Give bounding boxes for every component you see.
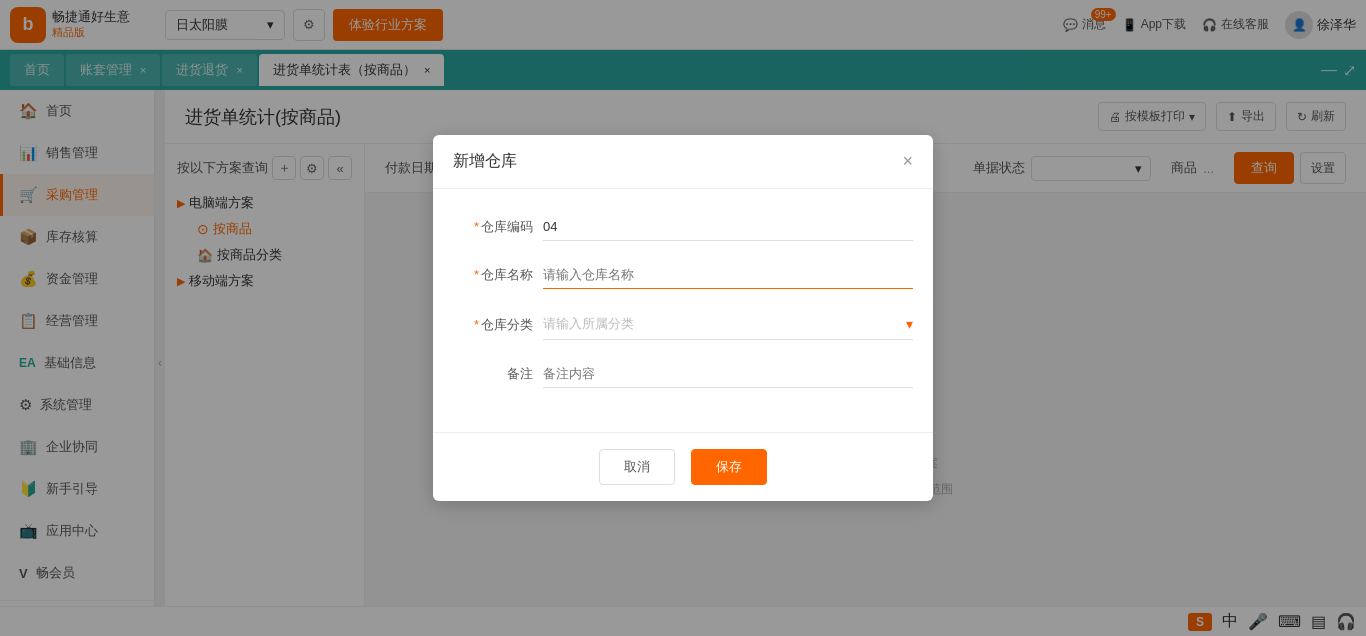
category-label: 仓库分类 xyxy=(453,316,543,334)
modal-overlay[interactable]: 新增仓库 × 仓库编码 仓库名称 仓库分类 请输入所属分类 ▾ xyxy=(0,0,1366,636)
form-row-name: 仓库名称 xyxy=(453,261,913,289)
category-select[interactable]: 请输入所属分类 ▾ xyxy=(543,309,913,340)
code-label: 仓库编码 xyxy=(453,218,543,236)
form-row-code: 仓库编码 xyxy=(453,213,913,241)
form-row-note: 备注 xyxy=(453,360,913,388)
cancel-button[interactable]: 取消 xyxy=(599,449,675,485)
modal-header: 新增仓库 × xyxy=(433,135,933,189)
category-placeholder: 请输入所属分类 xyxy=(543,315,906,333)
code-input[interactable] xyxy=(543,213,913,241)
note-input[interactable] xyxy=(543,360,913,388)
modal-title: 新增仓库 xyxy=(453,151,517,172)
modal-close-button[interactable]: × xyxy=(902,151,913,172)
add-warehouse-modal: 新增仓库 × 仓库编码 仓库名称 仓库分类 请输入所属分类 ▾ xyxy=(433,135,933,501)
modal-footer: 取消 保存 xyxy=(433,432,933,501)
save-button[interactable]: 保存 xyxy=(691,449,767,485)
category-arrow-icon: ▾ xyxy=(906,316,913,332)
form-row-category: 仓库分类 请输入所属分类 ▾ xyxy=(453,309,913,340)
name-input[interactable] xyxy=(543,261,913,289)
note-label: 备注 xyxy=(453,365,543,383)
name-label: 仓库名称 xyxy=(453,266,543,284)
modal-body: 仓库编码 仓库名称 仓库分类 请输入所属分类 ▾ 备注 xyxy=(433,189,933,432)
